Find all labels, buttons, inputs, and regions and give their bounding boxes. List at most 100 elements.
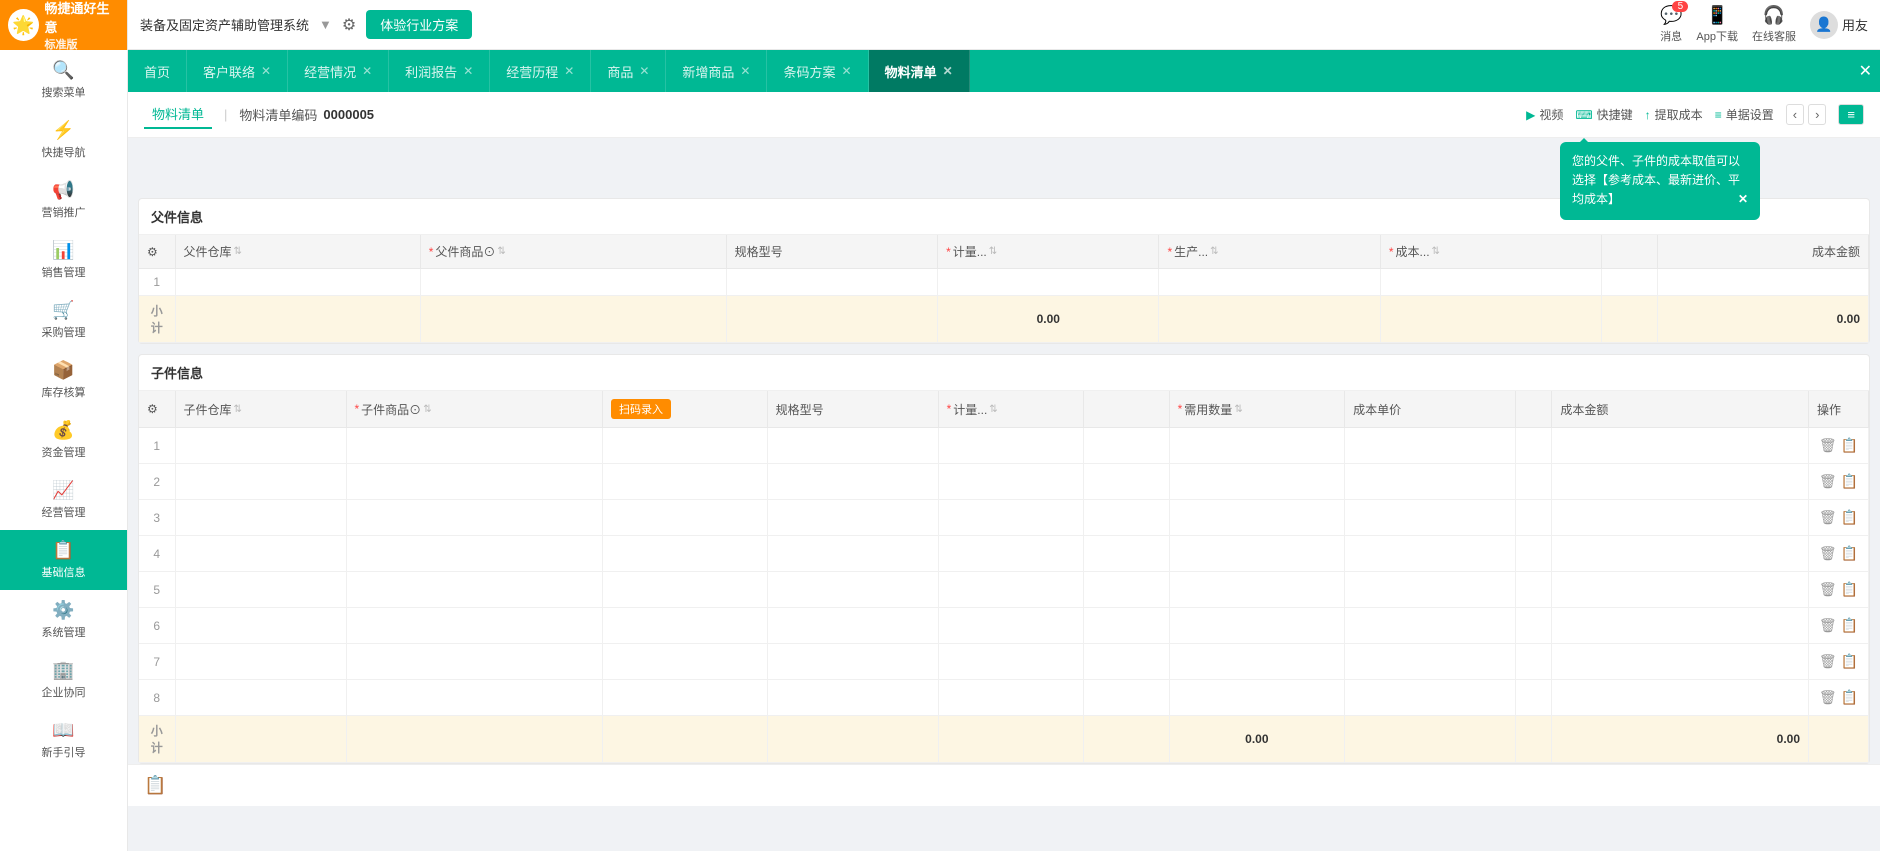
action-view[interactable]: ▶ 视频: [1526, 106, 1563, 123]
child-goods-cell[interactable]: [346, 608, 603, 644]
child-qty-cell[interactable]: [1169, 536, 1344, 572]
navtab-history[interactable]: 经营历程✕: [490, 50, 591, 92]
child-unit-cell[interactable]: [938, 536, 1084, 572]
child-unit-cell[interactable]: [938, 644, 1084, 680]
navtab-close-barcode[interactable]: ✕: [842, 64, 852, 78]
navtab-close-history[interactable]: ✕: [564, 64, 574, 78]
online-service-btn[interactable]: 🎧 在线客服: [1752, 5, 1796, 44]
child-goods-cell[interactable]: [346, 572, 603, 608]
child-unit-cost-cell[interactable]: [1345, 644, 1516, 680]
navtab-new_goods[interactable]: 新增商品✕: [666, 50, 767, 92]
app-download-btn[interactable]: 📱 App下载: [1696, 5, 1738, 44]
child-unit-cost-cell[interactable]: [1345, 680, 1516, 716]
child-qty-cell[interactable]: [1169, 680, 1344, 716]
child-unit-cell[interactable]: [938, 500, 1084, 536]
copy-icon[interactable]: 📋: [1841, 689, 1858, 706]
copy-icon[interactable]: 📋: [1841, 617, 1858, 634]
navtab-close-profit[interactable]: ✕: [463, 64, 473, 78]
child-unit-cost-cell[interactable]: [1345, 608, 1516, 644]
child-qty-cell[interactable]: [1169, 572, 1344, 608]
child-spec-cell[interactable]: [767, 644, 938, 680]
message-btn[interactable]: 💬 5 消息: [1660, 5, 1682, 44]
child-spec-cell[interactable]: [767, 464, 938, 500]
sidebar-item-enterprise[interactable]: 🏢企业协同: [0, 650, 127, 710]
child-spec-cell[interactable]: [767, 680, 938, 716]
delete-icon[interactable]: 🗑: [1819, 653, 1837, 670]
copy-icon[interactable]: 📋: [1841, 473, 1858, 490]
child-spec-cell[interactable]: [767, 500, 938, 536]
navtab-close-new_goods[interactable]: ✕: [740, 64, 750, 78]
navtab-customer[interactable]: 客户联络✕: [187, 50, 288, 92]
topbar-gear-icon[interactable]: ⚙: [342, 15, 356, 35]
child-unit-cost-cell[interactable]: [1345, 500, 1516, 536]
copy-icon[interactable]: 📋: [1841, 437, 1858, 454]
sidebar-item-quicknav[interactable]: ⚡快捷导航: [0, 110, 127, 170]
scan-btn[interactable]: 扫码录入: [611, 399, 671, 419]
child-goods-cell[interactable]: [346, 644, 603, 680]
child-warehouse-cell[interactable]: [175, 536, 346, 572]
sidebar-item-system[interactable]: ⚙️系统管理: [0, 590, 127, 650]
child-qty-cell[interactable]: [1169, 428, 1344, 464]
child-warehouse-cell[interactable]: [175, 608, 346, 644]
child-goods-cell[interactable]: [346, 680, 603, 716]
prev-btn[interactable]: ‹: [1786, 104, 1804, 125]
sidebar-item-sales[interactable]: 📊销售管理: [0, 230, 127, 290]
navtab-bom[interactable]: 物料清单✕: [869, 50, 970, 92]
navtab-home[interactable]: 首页: [128, 50, 187, 92]
navtabs-close-all[interactable]: ✕: [1851, 61, 1880, 81]
delete-icon[interactable]: 🗑: [1819, 473, 1837, 490]
child-unit-cost-cell[interactable]: [1345, 536, 1516, 572]
sidebar-item-purchase[interactable]: 🛒采购管理: [0, 290, 127, 350]
page-tab-bom[interactable]: 物料清单: [144, 100, 212, 129]
copy-icon[interactable]: 📋: [1841, 509, 1858, 526]
parent-warehouse-cell[interactable]: [175, 269, 420, 296]
parent-cost-cell[interactable]: [1380, 269, 1601, 296]
child-unit-cell[interactable]: [938, 572, 1084, 608]
navtab-close-bom[interactable]: ✕: [943, 64, 953, 78]
sidebar-item-inventory[interactable]: 📦库存核算: [0, 350, 127, 410]
delete-icon[interactable]: 🗑: [1819, 509, 1837, 526]
parent-production-cell[interactable]: [1159, 269, 1380, 296]
action-shortcut[interactable]: ⌨ 快捷键: [1575, 106, 1632, 123]
th-child-settings[interactable]: ⚙: [139, 391, 175, 428]
sidebar-item-guide[interactable]: 📖新手引导: [0, 710, 127, 770]
child-goods-cell[interactable]: [346, 536, 603, 572]
action-cost[interactable]: ↑ 提取成本: [1645, 106, 1703, 123]
tooltip-close[interactable]: ✕: [1738, 190, 1748, 209]
child-goods-cell[interactable]: [346, 464, 603, 500]
navtab-close-customer[interactable]: ✕: [261, 64, 271, 78]
parent-spec-cell[interactable]: [726, 269, 937, 296]
parent-unit-cell[interactable]: [938, 269, 1159, 296]
user-btn[interactable]: 👤 用友: [1810, 11, 1868, 39]
th-settings[interactable]: ⚙: [139, 235, 175, 269]
child-unit-cost-cell[interactable]: [1345, 464, 1516, 500]
child-unit-cell[interactable]: [938, 608, 1084, 644]
child-spec-cell[interactable]: [767, 428, 938, 464]
sidebar-item-basic_info[interactable]: 📋基础信息: [0, 530, 127, 590]
delete-icon[interactable]: 🗑: [1819, 689, 1837, 706]
action-settings[interactable]: ≡ 单据设置: [1715, 106, 1774, 123]
sidebar-item-marketing[interactable]: 📢营销推广: [0, 170, 127, 230]
sidebar-item-search[interactable]: 🔍搜索菜单: [0, 50, 127, 110]
navtab-operation[interactable]: 经营情况✕: [288, 50, 389, 92]
delete-icon[interactable]: 🗑: [1819, 617, 1837, 634]
child-warehouse-cell[interactable]: [175, 464, 346, 500]
trial-btn[interactable]: 体验行业方案: [366, 10, 472, 39]
child-qty-cell[interactable]: [1169, 464, 1344, 500]
child-unit-cell[interactable]: [938, 464, 1084, 500]
delete-icon[interactable]: 🗑: [1819, 437, 1837, 454]
child-unit-cost-cell[interactable]: [1345, 572, 1516, 608]
copy-icon[interactable]: 📋: [1841, 581, 1858, 598]
copy-icon[interactable]: 📋: [1841, 545, 1858, 562]
navtab-profit[interactable]: 利润报告✕: [389, 50, 490, 92]
navtab-barcode[interactable]: 条码方案✕: [767, 50, 868, 92]
child-warehouse-cell[interactable]: [175, 428, 346, 464]
child-warehouse-cell[interactable]: [175, 644, 346, 680]
copy-icon[interactable]: 📋: [1841, 653, 1858, 670]
view-toggle[interactable]: ≡: [1838, 104, 1864, 125]
child-qty-cell[interactable]: [1169, 500, 1344, 536]
parent-goods-cell[interactable]: [420, 269, 726, 296]
child-warehouse-cell[interactable]: [175, 572, 346, 608]
child-qty-cell[interactable]: [1169, 608, 1344, 644]
child-warehouse-cell[interactable]: [175, 500, 346, 536]
